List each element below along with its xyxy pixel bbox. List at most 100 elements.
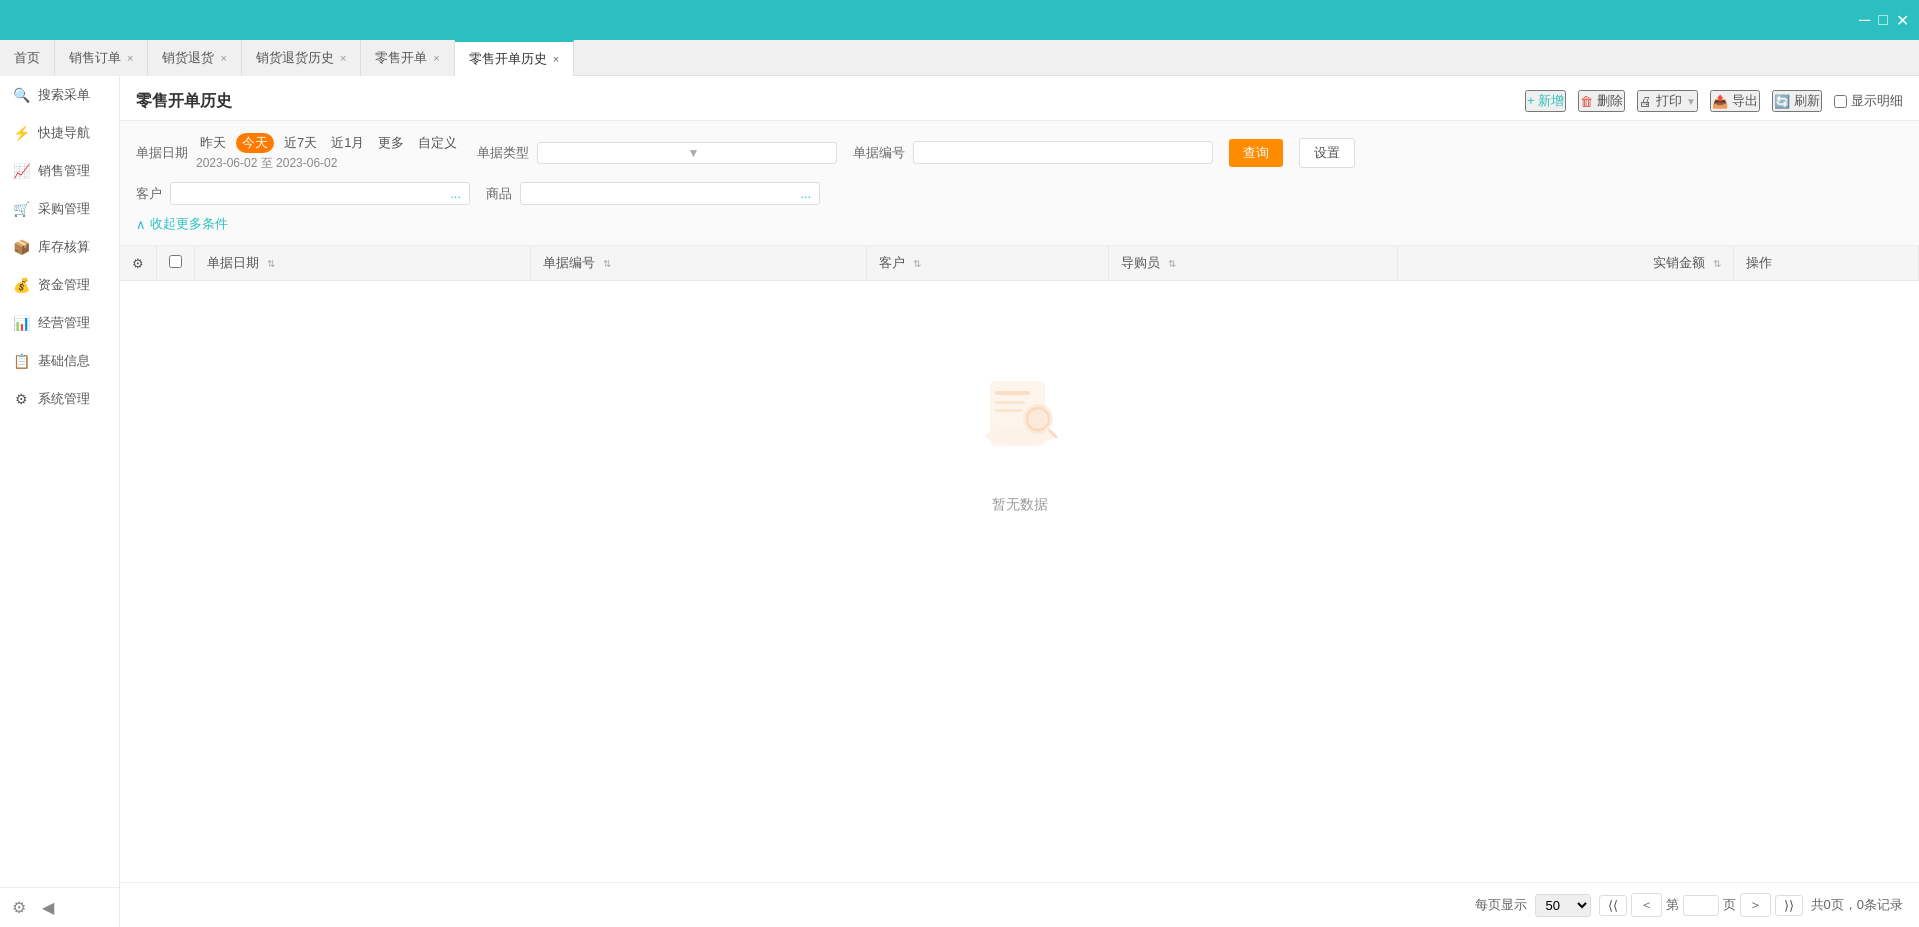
th-settings[interactable]: ⚙	[120, 246, 157, 281]
prev-page-btn[interactable]: ＜	[1631, 893, 1662, 917]
sidebar-label-finance: 资金管理	[38, 276, 90, 294]
sidebar: 🔍搜索采单⚡快捷导航📈销售管理🛒采购管理📦库存核算💰资金管理📊经营管理📋基础信息…	[0, 76, 120, 927]
sidebar-item-finance[interactable]: 💰资金管理	[0, 266, 119, 304]
doc-type-field: 单据类型 ▼	[477, 142, 837, 164]
product-label: 商品	[486, 185, 512, 203]
doc-no-field: 单据编号	[853, 141, 1213, 164]
sort-icon-guide: ⇅	[1168, 258, 1176, 269]
sidebar-label-inventory: 库存核算	[38, 238, 90, 256]
page-header: 零售开单历史 + 新增 🗑 删除 🖨 打印 ▼ 📤 导出 🔄	[120, 76, 1919, 121]
date-shortcuts: 昨天今天近7天近1月更多自定义	[196, 133, 461, 153]
next-page-btn[interactable]: ＞	[1740, 893, 1771, 917]
sidebar-settings-icon[interactable]: ⚙	[12, 898, 26, 917]
empty-icon	[970, 361, 1070, 480]
customer-dots-icon[interactable]: ...	[450, 186, 461, 201]
sidebar-item-operations[interactable]: 📊经营管理	[0, 304, 119, 342]
sort-icon-customer: ⇅	[913, 258, 921, 269]
doc-no-input[interactable]	[922, 145, 1204, 160]
tab-home[interactable]: 首页	[0, 40, 55, 76]
add-button[interactable]: + 新增	[1525, 90, 1566, 112]
date-shortcut-yesterday[interactable]: 昨天	[196, 133, 230, 153]
tab-close-retail-open[interactable]: ×	[433, 52, 439, 64]
display-detail-checkbox[interactable]: 显示明细	[1834, 92, 1903, 110]
customer-input[interactable]	[179, 186, 446, 201]
toolbar: + 新增 🗑 删除 🖨 打印 ▼ 📤 导出 🔄 刷新	[1525, 90, 1903, 112]
tab-sales-order[interactable]: 销售订单×	[55, 40, 148, 76]
date-shortcut-last1month[interactable]: 近1月	[327, 133, 368, 153]
th-checkbox[interactable]	[157, 246, 195, 281]
refresh-button[interactable]: 🔄 刷新	[1772, 90, 1822, 112]
sidebar-item-system[interactable]: ⚙ 系统管理	[0, 380, 119, 418]
settings-button[interactable]: 设置	[1299, 138, 1355, 168]
product-field: 商品 ...	[486, 182, 820, 205]
delete-button[interactable]: 🗑 删除	[1578, 90, 1625, 112]
print-button[interactable]: 🖨 打印 ▼	[1637, 90, 1698, 112]
tab-close-sales-return-history[interactable]: ×	[340, 52, 346, 64]
tab-close-sales-return[interactable]: ×	[220, 52, 226, 64]
sidebar-collapse-icon[interactable]: ◀	[42, 898, 54, 917]
maximize-btn[interactable]: □	[1878, 11, 1888, 30]
sidebar-item-purchase[interactable]: 🛒采购管理	[0, 190, 119, 228]
svg-rect-3	[995, 401, 1025, 404]
product-input[interactable]	[529, 186, 796, 201]
sidebar-label-search: 搜索采单	[38, 86, 90, 104]
content-area: 零售开单历史 + 新增 🗑 删除 🖨 打印 ▼ 📤 导出 🔄	[120, 76, 1919, 927]
customer-label: 客户	[136, 185, 162, 203]
th-customer[interactable]: 客户 ⇅	[867, 246, 1109, 281]
close-btn[interactable]: ✕	[1896, 11, 1909, 30]
th-amount[interactable]: 实销金额 ⇅	[1397, 246, 1733, 281]
purchase-icon: 🛒	[12, 201, 30, 217]
page-number-input[interactable]: 1	[1683, 895, 1719, 916]
tab-label-retail-open-history: 零售开单历史	[469, 50, 547, 68]
sidebar-item-basic-info[interactable]: 📋基础信息	[0, 342, 119, 380]
per-page-select[interactable]: 102050100	[1535, 894, 1591, 917]
date-shortcut-custom[interactable]: 自定义	[414, 133, 461, 153]
select-all-checkbox[interactable]	[169, 255, 182, 268]
th-date[interactable]: 单据日期 ⇅	[195, 246, 531, 281]
export-button[interactable]: 📤 导出	[1710, 90, 1760, 112]
collapse-button[interactable]: ∧ 收起更多条件	[136, 215, 1903, 233]
th-action: 操作	[1733, 246, 1918, 281]
sort-icon-date: ⇅	[267, 258, 275, 269]
minimize-btn[interactable]: ─	[1859, 11, 1870, 30]
delete-icon: 🗑	[1580, 94, 1593, 109]
sidebar-label-basic-info: 基础信息	[38, 352, 90, 370]
doc-type-select[interactable]: ▼	[537, 142, 837, 164]
date-label: 单据日期	[136, 144, 188, 162]
sidebar-item-shortcuts[interactable]: ⚡快捷导航	[0, 114, 119, 152]
sidebar-label-system: 系统管理	[38, 390, 90, 408]
query-button[interactable]: 查询	[1229, 139, 1283, 167]
dropdown-arrow-icon: ▼	[687, 146, 828, 160]
data-table: ⚙ 单据日期 ⇅ 单据编号 ⇅	[120, 246, 1919, 281]
sidebar-item-inventory[interactable]: 📦库存核算	[0, 228, 119, 266]
top-bar: ─ □ ✕	[0, 0, 1919, 40]
tab-sales-return-history[interactable]: 销货退货历史×	[242, 40, 361, 76]
doc-no-input-wrapper	[913, 141, 1213, 164]
first-page-btn[interactable]: ⟨⟨	[1599, 895, 1627, 916]
date-shortcut-more[interactable]: 更多	[374, 133, 408, 153]
customer-input-wrapper: ...	[170, 182, 470, 205]
th-guide[interactable]: 导购员 ⇅	[1108, 246, 1397, 281]
product-dots-icon[interactable]: ...	[800, 186, 811, 201]
tab-retail-open[interactable]: 零售开单×	[361, 40, 454, 76]
system-icon: ⚙	[12, 391, 30, 407]
sidebar-footer: ⚙◀	[0, 887, 119, 927]
product-input-wrapper: ...	[520, 182, 820, 205]
sidebar-item-sales[interactable]: 📈销售管理	[0, 152, 119, 190]
page-suffix-label: 页	[1723, 896, 1736, 914]
date-shortcut-last7[interactable]: 近7天	[280, 133, 321, 153]
collapse-arrow-icon: ∧	[136, 217, 146, 232]
tab-close-sales-order[interactable]: ×	[127, 52, 133, 64]
tab-sales-return[interactable]: 销货退货×	[148, 40, 241, 76]
tab-close-retail-open-history[interactable]: ×	[553, 53, 559, 65]
sidebar-item-search[interactable]: 🔍搜索采单	[0, 76, 119, 114]
main-layout: 🔍搜索采单⚡快捷导航📈销售管理🛒采购管理📦库存核算💰资金管理📊经营管理📋基础信息…	[0, 76, 1919, 927]
customer-field: 客户 ...	[136, 182, 470, 205]
date-field: 单据日期 昨天今天近7天近1月更多自定义 2023-06-02 至 2023-0…	[136, 133, 461, 172]
last-page-btn[interactable]: ⟩⟩	[1775, 895, 1803, 916]
tab-retail-open-history[interactable]: 零售开单历史 ×	[455, 40, 574, 76]
svg-rect-2	[995, 391, 1030, 395]
date-shortcut-today[interactable]: 今天	[236, 133, 274, 153]
window-controls: ─ □ ✕	[1859, 11, 1909, 30]
th-no[interactable]: 单据编号 ⇅	[531, 246, 867, 281]
